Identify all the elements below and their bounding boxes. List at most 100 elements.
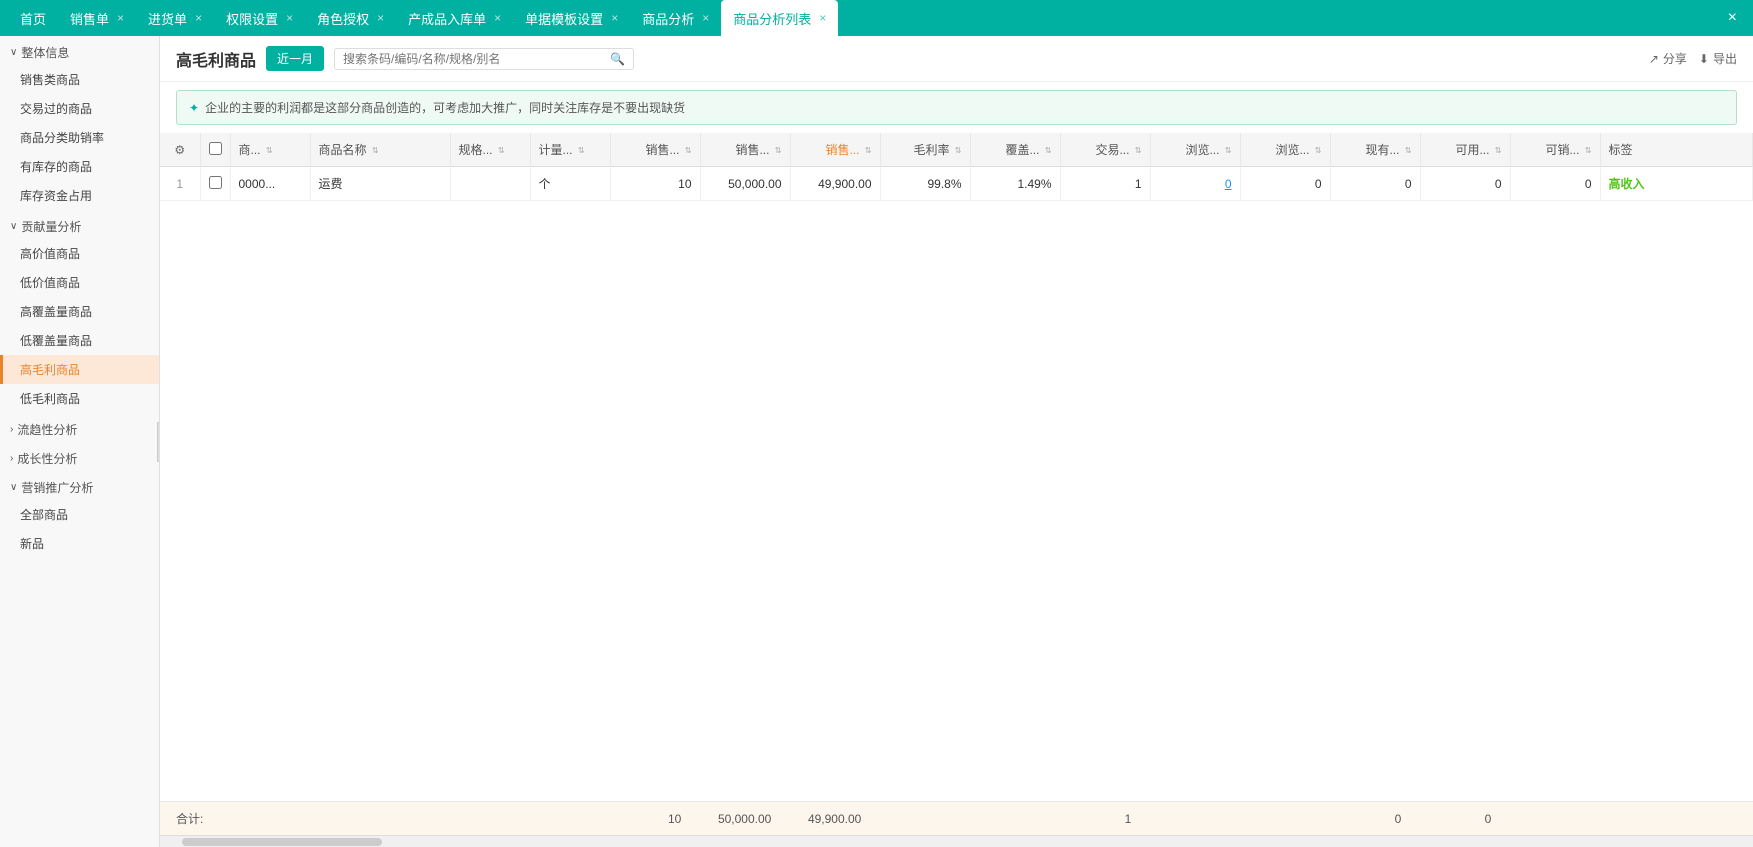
th-current-stock[interactable]: 现有... ⇅ [1330,133,1420,167]
horizontal-scrollbar[interactable] [160,835,1753,847]
close-product-analysis-tab[interactable]: × [702,11,709,25]
th-coverage[interactable]: 覆盖... ⇅ [970,133,1060,167]
arrow-icon-2: ∨ [10,221,17,232]
close-template-tab[interactable]: × [611,11,618,25]
sidebar-item-in-stock-goods[interactable]: 有库存的商品 [0,152,159,181]
sidebar-item-high-coverage[interactable]: 高覆盖量商品 [0,297,159,326]
sort-icon-unit: ⇅ [578,146,585,155]
header-actions: ↗ 分享 ⬇ 导出 [1649,50,1737,67]
sidebar-item-sales-goods[interactable]: 销售类商品 [0,65,159,94]
select-all-checkbox[interactable] [209,142,222,155]
sidebar-group-trend[interactable]: › 流趋性分析 [0,413,159,442]
sidebar-item-low-margin[interactable]: 低毛利商品 [0,384,159,413]
th-name[interactable]: 商品名称 ⇅ [310,133,450,167]
export-button[interactable]: ⬇ 导出 [1699,50,1737,67]
th-sales-amount[interactable]: 销售... ⇅ [700,133,790,167]
arrow-icon-4: › [10,453,13,464]
th-spec[interactable]: 规格... ⇅ [450,133,530,167]
th-unit[interactable]: 计量... ⇅ [530,133,610,167]
footer-available-stock: 0 [1409,812,1499,826]
cell-tag: 高收入 [1600,167,1753,201]
sidebar-item-all-goods[interactable]: 全部商品 [0,500,159,529]
sidebar-group-contribution[interactable]: ∨ 贡献量分析 [0,210,159,239]
nav-sales[interactable]: 销售单 × [58,0,136,36]
sidebar-group-marketing[interactable]: ∨ 营销推广分析 [0,471,159,500]
arrow-icon: ∨ [10,47,17,58]
arrow-icon-3: › [10,424,13,435]
search-icon[interactable]: 🔍 [610,52,625,66]
th-settings[interactable]: ⚙ [160,133,200,167]
sort-icon-coverage: ⇅ [1045,146,1052,155]
nav-template[interactable]: 单据模板设置 × [513,0,630,36]
main-layout: « ∨ 整体信息 销售类商品 交易过的商品 商品分类助销率 有库存的商品 库存资… [0,36,1753,847]
nav-role[interactable]: 角色授权 × [305,0,396,36]
footer-label: 合计: [176,810,203,827]
cell-gross-margin: 99.8% [880,167,970,201]
cell-unit: 个 [530,167,610,201]
footer-sales-qty: 10 [599,812,689,826]
cell-available-stock: 0 [1420,167,1510,201]
th-sales-profit[interactable]: 销售... ⇅ [790,133,880,167]
nav-product-in[interactable]: 产成品入库单 × [396,0,513,36]
th-sales-qty[interactable]: 销售... ⇅ [610,133,700,167]
filter-recent-month-button[interactable]: 近一月 [266,46,324,71]
th-view2[interactable]: 浏览... ⇅ [1240,133,1330,167]
th-view1[interactable]: 浏览... ⇅ [1150,133,1240,167]
top-nav: 首页 销售单 × 进货单 × 权限设置 × 角色授权 × 产成品入库单 × 单据… [0,0,1753,36]
nav-permission[interactable]: 权限设置 × [214,0,305,36]
content-header: 高毛利商品 近一月 🔍 ↗ 分享 ⬇ 导出 [160,36,1753,82]
footer-summary: 合计: 10 50,000.00 49,900.00 1 0 0 [160,801,1753,835]
footer-trade-count: 1 [1049,812,1139,826]
sidebar-item-high-margin[interactable]: 高毛利商品 [0,355,159,384]
scrollbar-thumb[interactable] [182,838,382,846]
view1-link[interactable]: 0 [1225,177,1232,191]
close-purchase-tab[interactable]: × [195,11,202,25]
cell-code: 0000... [230,167,310,201]
th-saleable-stock[interactable]: 可销... ⇅ [1510,133,1600,167]
settings-icon[interactable]: ⚙ [174,143,185,157]
sidebar: « ∨ 整体信息 销售类商品 交易过的商品 商品分类助销率 有库存的商品 库存资… [0,36,160,847]
sidebar-collapse-button[interactable]: « [157,422,160,462]
cell-sales-amount: 50,000.00 [700,167,790,201]
sidebar-item-high-value[interactable]: 高价值商品 [0,239,159,268]
nav-purchase[interactable]: 进货单 × [136,0,214,36]
footer-sales-amount: 50,000.00 [689,812,779,826]
search-input[interactable] [343,52,610,66]
cell-spec [450,167,530,201]
footer-sales-profit: 49,900.00 [779,812,869,826]
sidebar-item-traded-goods[interactable]: 交易过的商品 [0,94,159,123]
share-button[interactable]: ↗ 分享 [1649,50,1687,67]
sidebar-group-growth[interactable]: › 成长性分析 [0,442,159,471]
close-permission-tab[interactable]: × [286,11,293,25]
nav-product-analysis[interactable]: 商品分析 × [630,0,721,36]
sidebar-item-stock-capital[interactable]: 库存资金占用 [0,181,159,210]
search-box: 🔍 [334,48,634,70]
sort-icon-view2: ⇅ [1315,146,1322,155]
th-code[interactable]: 商... ⇅ [230,133,310,167]
cell-view1[interactable]: 0 [1150,167,1240,201]
close-role-tab[interactable]: × [377,11,384,25]
th-trade-count[interactable]: 交易... ⇅ [1060,133,1150,167]
sort-icon-trade-count: ⇅ [1135,146,1142,155]
nav-home[interactable]: 首页 [8,0,58,36]
sidebar-item-low-value[interactable]: 低价值商品 [0,268,159,297]
th-available-stock[interactable]: 可用... ⇅ [1420,133,1510,167]
close-sales-tab[interactable]: × [117,11,124,25]
th-tag: 标签 [1600,133,1753,167]
close-product-analysis-list-tab[interactable]: × [819,11,826,25]
sidebar-group-overall[interactable]: ∨ 整体信息 [0,36,159,65]
nav-product-analysis-list[interactable]: 商品分析列表 × [721,0,838,36]
cell-current-stock: 0 [1330,167,1420,201]
sidebar-item-new-goods[interactable]: 新品 [0,529,159,558]
sidebar-item-category-sales-rate[interactable]: 商品分类助销率 [0,123,159,152]
sidebar-item-low-coverage[interactable]: 低覆盖量商品 [0,326,159,355]
th-gross-margin[interactable]: 毛利率 ⇅ [880,133,970,167]
sort-icon-code: ⇅ [266,146,273,155]
row-checkbox[interactable] [209,176,222,189]
data-table: ⚙ 商... ⇅ 商品名称 ⇅ [160,133,1753,201]
sort-icon-available-stock: ⇅ [1495,146,1502,155]
data-table-container[interactable]: ⚙ 商... ⇅ 商品名称 ⇅ [160,133,1753,801]
window-close-button[interactable]: × [1720,9,1745,27]
close-product-in-tab[interactable]: × [494,11,501,25]
info-banner: ✦ 企业的主要的利润都是这部分商品创造的，可考虑加大推广，同时关注库存是不要出现… [176,90,1737,125]
